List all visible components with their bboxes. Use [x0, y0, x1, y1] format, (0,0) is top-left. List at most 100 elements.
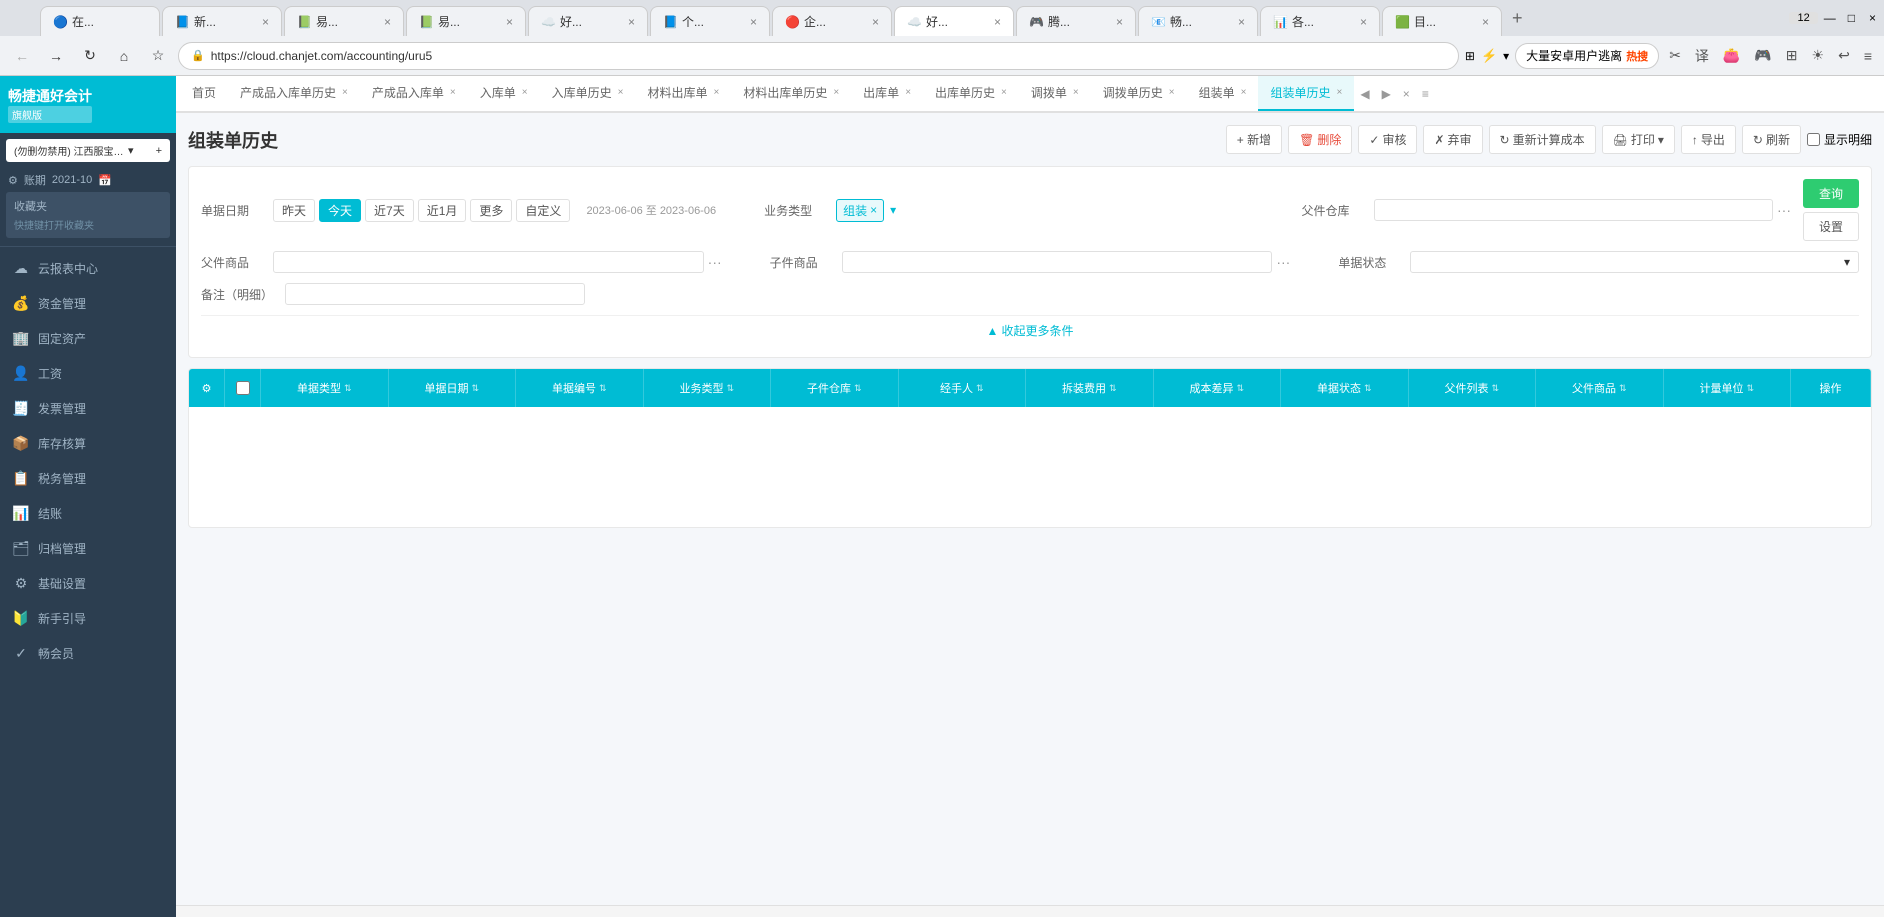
- browser-tab-2[interactable]: 📘 新... ×: [162, 6, 282, 36]
- date-btn-more[interactable]: 更多: [470, 199, 512, 222]
- company-selector[interactable]: (勿删勿禁用) 江西服宝测试专用 ▾ +: [6, 139, 170, 162]
- sidebar-item-cloud-report[interactable]: ☁ 云报表中心: [0, 251, 176, 286]
- menu-tool[interactable]: ≡: [1860, 46, 1876, 66]
- apps-tool[interactable]: ⊞: [1782, 45, 1802, 66]
- order-status-select[interactable]: ▾: [1410, 251, 1859, 273]
- remarks-input[interactable]: [285, 283, 585, 305]
- tab-product-in[interactable]: 产成品入库单 ×: [360, 76, 468, 111]
- sidebar-item-archive-mgmt[interactable]: 🗂 归档管理: [0, 531, 176, 566]
- th-biz-type[interactable]: 业务类型 ⇅: [644, 369, 772, 407]
- set-button[interactable]: 设置: [1803, 212, 1859, 241]
- th-checkbox[interactable]: [225, 369, 261, 407]
- tabs-next-btn[interactable]: ▶: [1376, 83, 1397, 105]
- minimize-button[interactable]: —: [1818, 11, 1842, 25]
- tab-material-out[interactable]: 材料出库单 ×: [635, 76, 731, 111]
- calendar-icon[interactable]: 📅: [98, 174, 112, 187]
- print-dropdown-icon[interactable]: ▾: [1658, 133, 1664, 147]
- tab-in-order-close[interactable]: ×: [522, 87, 528, 98]
- tab-in-order[interactable]: 入库单 ×: [468, 76, 540, 111]
- business-type-dropdown[interactable]: ▾: [890, 203, 896, 217]
- th-disassemble-fee[interactable]: 拆装费用 ⇅: [1026, 369, 1154, 407]
- browser-tab-10[interactable]: 📧 畅... ×: [1138, 6, 1258, 36]
- tab-out-order-close[interactable]: ×: [905, 87, 911, 98]
- horizontal-scrollbar[interactable]: [176, 905, 1884, 917]
- browser-tab-4[interactable]: 📗 易... ×: [406, 6, 526, 36]
- browser-tab-11[interactable]: 📊 各... ×: [1260, 6, 1380, 36]
- sidebar-item-invoice-mgmt[interactable]: 🧾 发票管理: [0, 391, 176, 426]
- tab-assembly-close[interactable]: ×: [1241, 87, 1247, 98]
- date-btn-custom[interactable]: 自定义: [516, 199, 570, 222]
- cut-tool[interactable]: ✂: [1665, 45, 1685, 66]
- tab-transfer-close[interactable]: ×: [1073, 87, 1079, 98]
- recalculate-button[interactable]: ↻ 重新计算成本: [1489, 125, 1596, 154]
- browser-apps-icon[interactable]: ⊞: [1465, 49, 1475, 63]
- browser-tab-1[interactable]: 🔵 在...: [40, 6, 160, 36]
- translate-tool[interactable]: 译: [1691, 44, 1713, 68]
- sidebar-item-basic-settings[interactable]: ⚙ 基础设置: [0, 566, 176, 601]
- tabs-menu-btn[interactable]: ≡: [1416, 83, 1435, 105]
- export-button[interactable]: ↑ 导出: [1681, 125, 1736, 154]
- game-tool[interactable]: 🎮: [1750, 45, 1775, 66]
- forward-button[interactable]: →: [42, 42, 70, 70]
- sidebar-item-guide[interactable]: 🔰 新手引导: [0, 601, 176, 636]
- parent-warehouse-input[interactable]: [1374, 199, 1773, 221]
- tabs-prev-btn[interactable]: ◀: [1354, 83, 1375, 105]
- filter-collapse-btn[interactable]: ▲ 收起更多条件: [201, 315, 1859, 345]
- th-unit[interactable]: 计量单位 ⇅: [1664, 369, 1792, 407]
- lightning-icon[interactable]: ⚡: [1481, 48, 1497, 64]
- browser-tab-12[interactable]: 🟩 目... ×: [1382, 6, 1502, 36]
- parent-warehouse-more[interactable]: ···: [1777, 202, 1791, 218]
- maximize-button[interactable]: □: [1842, 11, 1861, 25]
- sidebar-item-fixed-assets[interactable]: 🏢 固定资产: [0, 321, 176, 356]
- parent-goods-more[interactable]: ···: [708, 254, 722, 270]
- browser-tab-3[interactable]: 📗 易... ×: [284, 6, 404, 36]
- address-bar[interactable]: 🔒 https://cloud.chanjet.com/accounting/u…: [178, 42, 1459, 70]
- sidebar-item-tax-mgmt[interactable]: 📋 税务管理: [0, 461, 176, 496]
- tab-count-badge[interactable]: 12: [1789, 12, 1817, 24]
- tab-assembly[interactable]: 组装单 ×: [1187, 76, 1259, 111]
- add-button[interactable]: + 新增: [1226, 125, 1282, 154]
- child-goods-input[interactable]: [842, 251, 1273, 273]
- sidebar-item-member[interactable]: ✓ 畅会员: [0, 636, 176, 671]
- tab-transfer[interactable]: 调拨单 ×: [1019, 76, 1091, 111]
- wallet-tool[interactable]: 👛: [1719, 45, 1744, 66]
- tab-product-in-close[interactable]: ×: [450, 87, 456, 98]
- th-parent-goods[interactable]: 父件商品 ⇅: [1536, 369, 1664, 407]
- th-order-no[interactable]: 单据编号 ⇅: [516, 369, 644, 407]
- reload-button[interactable]: ↻: [76, 42, 104, 70]
- show-detail-checkbox[interactable]: [1807, 133, 1820, 146]
- back-button[interactable]: ←: [8, 42, 36, 70]
- date-btn-7days[interactable]: 近7天: [365, 199, 414, 222]
- th-order-status[interactable]: 单据状态 ⇅: [1281, 369, 1409, 407]
- tab-in-order-history[interactable]: 入库单历史 ×: [540, 76, 636, 111]
- brightness-tool[interactable]: ☀: [1808, 45, 1829, 66]
- sidebar-item-fund-mgmt[interactable]: 💰 资金管理: [0, 286, 176, 321]
- sidebar-item-payroll[interactable]: 👤 工资: [0, 356, 176, 391]
- bookmarks-hint[interactable]: 快捷键打开收藏夹: [14, 217, 162, 232]
- sidebar-item-inventory[interactable]: 📦 库存核算: [0, 426, 176, 461]
- th-child-warehouse[interactable]: 子件仓库 ⇅: [771, 369, 899, 407]
- abandon-button[interactable]: ✗ 弃审: [1423, 125, 1482, 154]
- undo-tool[interactable]: ↩: [1834, 45, 1854, 66]
- browser-tab-8[interactable]: ☁️ 好... ×: [894, 6, 1014, 36]
- print-button[interactable]: 🖨 打印 ▾: [1602, 125, 1675, 154]
- home-button[interactable]: ⌂: [110, 42, 138, 70]
- close-button[interactable]: ×: [1861, 11, 1884, 25]
- tab-material-out-close[interactable]: ×: [713, 87, 719, 98]
- tab-transfer-history-close[interactable]: ×: [1169, 87, 1175, 98]
- tab-out-order-history[interactable]: 出库单历史 ×: [923, 76, 1019, 111]
- date-btn-1month[interactable]: 近1月: [418, 199, 467, 222]
- browser-tab-6[interactable]: 📘 个... ×: [650, 6, 770, 36]
- show-detail-toggle[interactable]: 显示明细: [1807, 131, 1872, 148]
- tab-assembly-history[interactable]: 组装单历史 ×: [1258, 76, 1354, 111]
- th-order-type[interactable]: 单据类型 ⇅: [261, 369, 389, 407]
- th-handler[interactable]: 经手人 ⇅: [899, 369, 1027, 407]
- date-btn-yesterday[interactable]: 昨天: [273, 199, 315, 222]
- th-settings[interactable]: ⚙: [189, 369, 225, 407]
- parent-goods-input[interactable]: [273, 251, 704, 273]
- child-goods-more[interactable]: ···: [1276, 254, 1290, 270]
- tab-assembly-history-close[interactable]: ×: [1336, 87, 1342, 98]
- browser-tab-9[interactable]: 🎮 腾... ×: [1016, 6, 1136, 36]
- browser-tab-5[interactable]: ☁️ 好... ×: [528, 6, 648, 36]
- bookmark-button[interactable]: ☆: [144, 42, 172, 70]
